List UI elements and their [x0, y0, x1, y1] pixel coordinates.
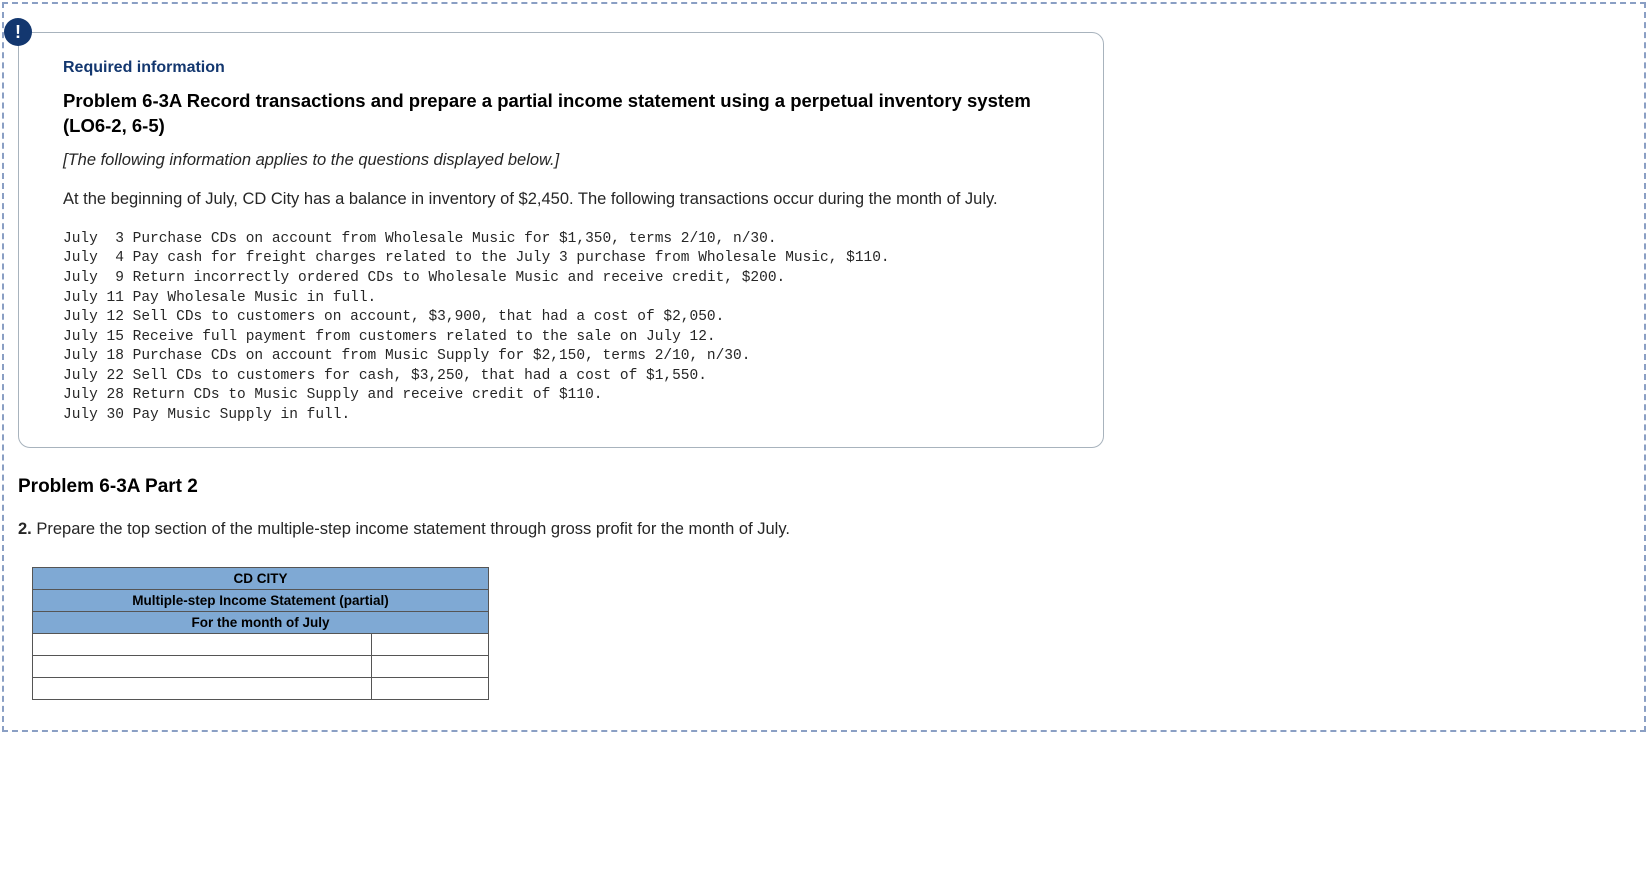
page-container: ! Required information Problem 6-3A Reco…	[2, 2, 1646, 732]
income-label-input[interactable]	[33, 634, 372, 656]
income-statement-table: CD CITY Multiple-step Income Statement (…	[32, 567, 489, 700]
info-box-wrapper: ! Required information Problem 6-3A Reco…	[18, 32, 1626, 448]
transaction-line: July 11 Pay Wholesale Music in full.	[63, 290, 376, 306]
income-label-input[interactable]	[33, 678, 372, 700]
statement-title-cell: Multiple-step Income Statement (partial)	[33, 590, 489, 612]
transaction-line: July 4 Pay cash for freight charges rela…	[63, 250, 890, 266]
required-info-box: Required information Problem 6-3A Record…	[18, 32, 1104, 448]
transaction-line: July 12 Sell CDs to customers on account…	[63, 309, 724, 325]
applies-note: [The following information applies to th…	[63, 151, 1059, 170]
intro-text: At the beginning of July, CD City has a …	[63, 188, 1059, 212]
income-amount-input[interactable]	[372, 678, 489, 700]
company-name-cell: CD CITY	[33, 568, 489, 590]
transaction-line: July 15 Receive full payment from custom…	[63, 329, 716, 345]
table-row	[33, 678, 489, 700]
table-row	[33, 656, 489, 678]
instruction-line: 2. Prepare the top section of the multip…	[18, 520, 1626, 539]
table-header-title: Multiple-step Income Statement (partial)	[33, 590, 489, 612]
income-amount-input[interactable]	[372, 656, 489, 678]
table-header-company: CD CITY	[33, 568, 489, 590]
required-info-heading: Required information	[63, 59, 1059, 77]
transaction-line: July 18 Purchase CDs on account from Mus…	[63, 348, 750, 364]
transaction-line: July 22 Sell CDs to customers for cash, …	[63, 368, 707, 384]
table-header-period: For the month of July	[33, 612, 489, 634]
info-badge-symbol: !	[15, 22, 21, 43]
transaction-line: July 28 Return CDs to Music Supply and r…	[63, 387, 603, 403]
instruction-number: 2.	[18, 520, 32, 538]
income-label-input[interactable]	[33, 656, 372, 678]
table-row	[33, 634, 489, 656]
transaction-line: July 3 Purchase CDs on account from Whol…	[63, 231, 777, 247]
transaction-line: July 9 Return incorrectly ordered CDs to…	[63, 270, 785, 286]
statement-period-cell: For the month of July	[33, 612, 489, 634]
instruction-text: Prepare the top section of the multiple-…	[36, 520, 790, 538]
part-heading: Problem 6-3A Part 2	[18, 476, 1626, 498]
transactions-block: July 3 Purchase CDs on account from Whol…	[63, 230, 1059, 426]
transaction-line: July 30 Pay Music Supply in full.	[63, 407, 350, 423]
income-amount-input[interactable]	[372, 634, 489, 656]
info-badge-icon: !	[4, 18, 32, 46]
problem-title: Problem 6-3A Record transactions and pre…	[63, 89, 1059, 139]
